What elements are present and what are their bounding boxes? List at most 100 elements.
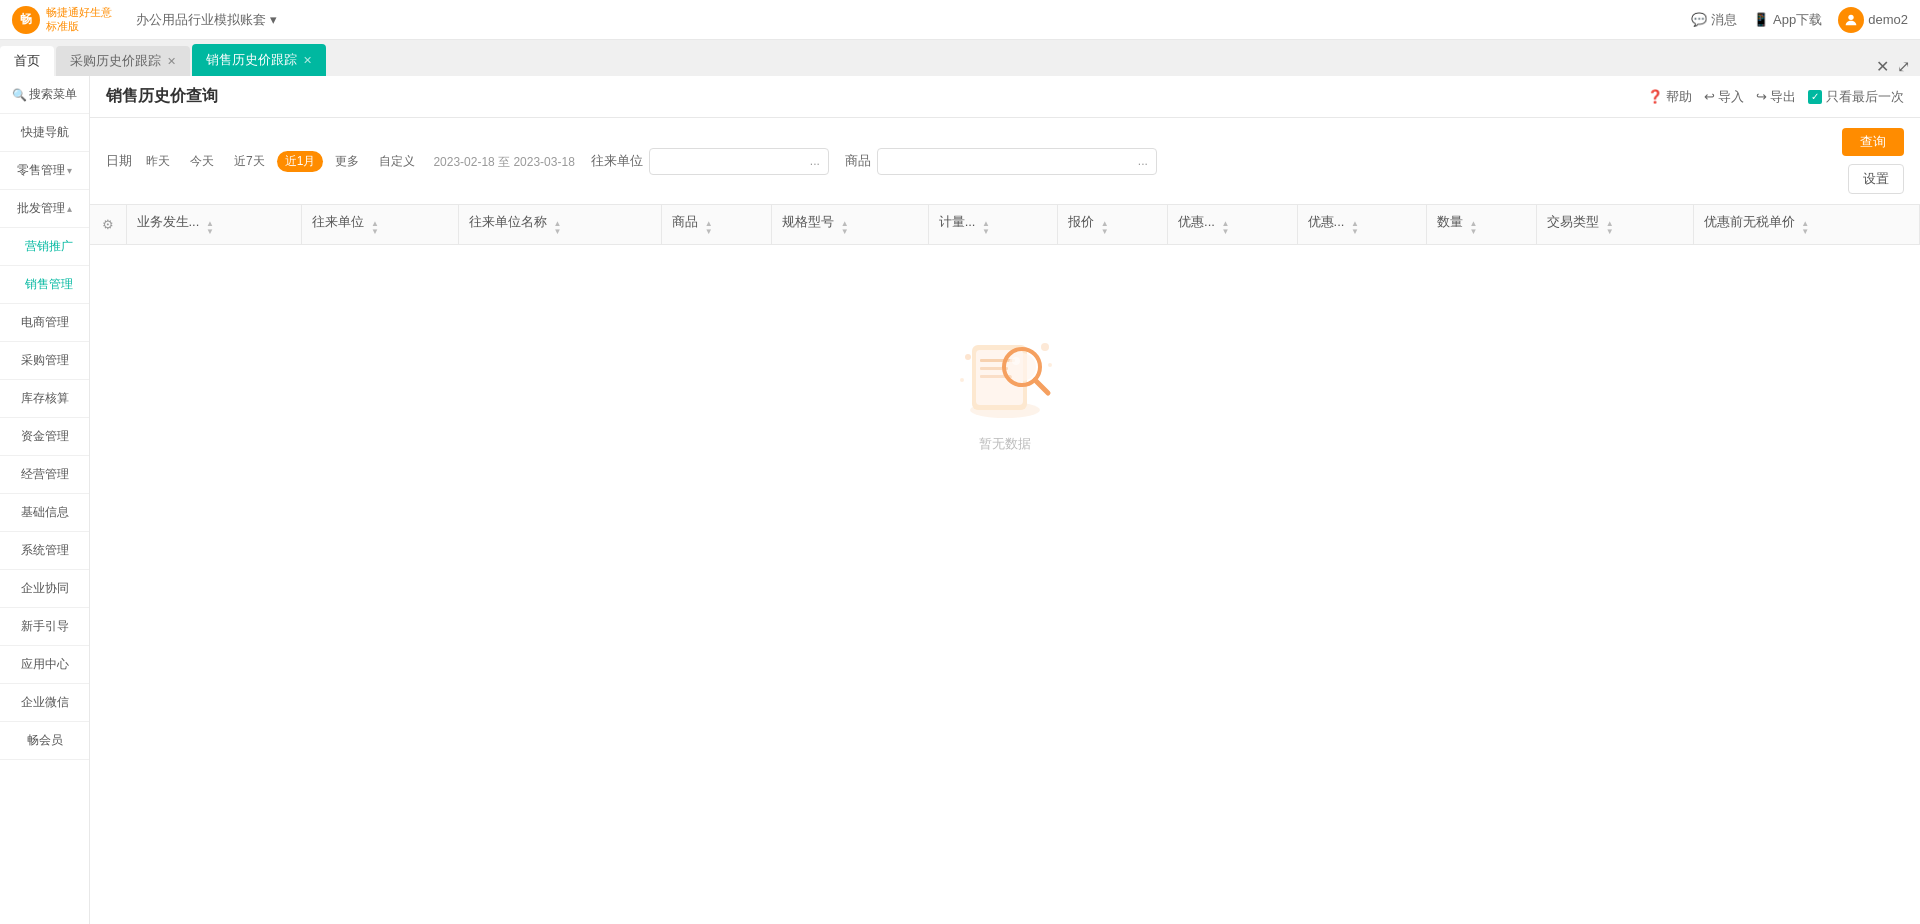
sidebar-item-sales-mgmt[interactable]: 销售管理 bbox=[0, 266, 89, 304]
date-filter: 日期 昨天 今天 近7天 近1月 更多 自定义 2023-02-18 至 202… bbox=[106, 151, 575, 172]
th-product[interactable]: 商品 ▲▼ bbox=[662, 205, 772, 245]
svg-point-8 bbox=[1008, 353, 1036, 381]
tab-close-purchase[interactable]: ✕ bbox=[167, 55, 176, 68]
chevron-down-icon: ▾ bbox=[67, 165, 72, 176]
th-unit-name[interactable]: 往来单位名称 ▲▼ bbox=[458, 205, 661, 245]
sidebar-item-app-center[interactable]: 应用中心 bbox=[0, 646, 89, 684]
only-last-checkbox[interactable]: ✓ bbox=[1808, 90, 1822, 104]
sort-icon: ▲▼ bbox=[554, 220, 562, 236]
th-spec[interactable]: 规格型号 ▲▼ bbox=[772, 205, 929, 245]
tab-close-sales[interactable]: ✕ bbox=[303, 54, 312, 67]
th-biz-date[interactable]: 业务发生... ▲▼ bbox=[126, 205, 302, 245]
export-icon: ↪ bbox=[1756, 89, 1767, 104]
tab-home[interactable]: 首页 bbox=[0, 46, 54, 76]
query-button[interactable]: 查询 bbox=[1842, 128, 1904, 156]
message-btn[interactable]: 💬 消息 bbox=[1691, 11, 1737, 29]
th-trade-type[interactable]: 交易类型 ▲▼ bbox=[1537, 205, 1694, 245]
settings-button[interactable]: 设置 bbox=[1848, 164, 1904, 194]
sidebar-item-guide[interactable]: 新手引导 bbox=[0, 608, 89, 646]
product-dots[interactable]: ... bbox=[1138, 154, 1148, 168]
sidebar-item-corp-wechat[interactable]: 企业微信 bbox=[0, 684, 89, 722]
data-table: ⚙ 业务发生... ▲▼ 往来单位 ▲▼ 往来单位名称 ▲▼ bbox=[90, 205, 1920, 533]
date-btn-yesterday[interactable]: 昨天 bbox=[138, 151, 178, 172]
user-avatar[interactable]: demo2 bbox=[1838, 7, 1908, 33]
app-selector[interactable]: 办公用品行业模拟账套 ▾ bbox=[136, 11, 277, 29]
th-unit[interactable]: 计量... ▲▼ bbox=[928, 205, 1057, 245]
sort-icon: ▲▼ bbox=[206, 220, 214, 236]
sidebar-item-ecommerce[interactable]: 电商管理 bbox=[0, 304, 89, 342]
sidebar-item-finance[interactable]: 资金管理 bbox=[0, 418, 89, 456]
import-action[interactable]: ↩ 导入 bbox=[1704, 88, 1744, 106]
top-bar-right: 💬 消息 📱 App下载 demo2 bbox=[1691, 7, 1908, 33]
svg-point-11 bbox=[965, 354, 971, 360]
th-unit-code[interactable]: 往来单位 ▲▼ bbox=[302, 205, 459, 245]
close-tab-action[interactable]: ✕ bbox=[1876, 57, 1889, 76]
table-settings-icon[interactable]: ⚙ bbox=[102, 217, 114, 232]
message-icon: 💬 bbox=[1691, 12, 1707, 27]
sidebar-item-inventory[interactable]: 库存核算 bbox=[0, 380, 89, 418]
only-last-checkbox-label[interactable]: ✓ 只看最后一次 bbox=[1808, 88, 1904, 106]
maximize-tab-action[interactable]: ⤢ bbox=[1897, 57, 1910, 76]
svg-point-14 bbox=[960, 378, 964, 382]
sidebar-item-search[interactable]: 🔍 搜索菜单 bbox=[0, 76, 89, 114]
empty-state: 暂无数据 bbox=[90, 245, 1920, 533]
date-btn-7days[interactable]: 近7天 bbox=[226, 151, 273, 172]
svg-point-13 bbox=[1048, 363, 1052, 367]
sort-icon: ▲▼ bbox=[1470, 220, 1478, 236]
date-options: 昨天 今天 近7天 近1月 更多 自定义 bbox=[138, 151, 423, 172]
app-download-btn[interactable]: 📱 App下载 bbox=[1753, 11, 1822, 29]
svg-point-10 bbox=[1012, 357, 1020, 365]
download-icon: 📱 bbox=[1753, 12, 1769, 27]
date-btn-custom[interactable]: 自定义 bbox=[371, 151, 423, 172]
page-header: 销售历史价查询 ❓ 帮助 ↩ 导入 ↪ 导出 ✓ 只看最后一次 bbox=[90, 76, 1920, 118]
filter-buttons: 查询 设置 bbox=[1842, 128, 1904, 194]
sidebar-item-wholesale[interactable]: 批发管理 ▴ bbox=[0, 190, 89, 228]
sidebar-item-marketing[interactable]: 营销推广 bbox=[0, 228, 89, 266]
sidebar-item-enterprise[interactable]: 企业协同 bbox=[0, 570, 89, 608]
sort-icon: ▲▼ bbox=[1101, 220, 1109, 236]
chevron-down-icon: ▾ bbox=[270, 12, 277, 27]
logo-icon: 畅 bbox=[12, 6, 40, 34]
sort-icon: ▲▼ bbox=[1606, 220, 1614, 236]
sidebar-item-quick-nav[interactable]: 快捷导航 bbox=[0, 114, 89, 152]
help-action[interactable]: ❓ 帮助 bbox=[1647, 88, 1692, 106]
sidebar-item-member[interactable]: 畅会员 bbox=[0, 722, 89, 760]
import-icon: ↩ bbox=[1704, 89, 1715, 104]
main-layout: 🔍 搜索菜单 快捷导航 零售管理 ▾ 批发管理 ▴ 营销推广 销售管理 电商管理… bbox=[0, 76, 1920, 924]
tab-purchase-history[interactable]: 采购历史价跟踪 ✕ bbox=[56, 46, 190, 76]
logo-area: 畅 畅捷通好生意 标准版 bbox=[12, 6, 112, 34]
filter-row: 日期 昨天 今天 近7天 近1月 更多 自定义 2023-02-18 至 202… bbox=[106, 128, 1904, 194]
tab-sales-history[interactable]: 销售历史价跟踪 ✕ bbox=[192, 44, 326, 76]
sidebar-item-basic-info[interactable]: 基础信息 bbox=[0, 494, 89, 532]
th-discount1[interactable]: 优惠... ▲▼ bbox=[1168, 205, 1297, 245]
export-action[interactable]: ↪ 导出 bbox=[1756, 88, 1796, 106]
avatar bbox=[1838, 7, 1864, 33]
date-btn-more[interactable]: 更多 bbox=[327, 151, 367, 172]
product-filter: 商品 ... bbox=[845, 148, 1157, 175]
th-quote[interactable]: 报价 ▲▼ bbox=[1058, 205, 1168, 245]
th-discount2[interactable]: 优惠... ▲▼ bbox=[1297, 205, 1426, 245]
th-quantity[interactable]: 数量 ▲▼ bbox=[1426, 205, 1536, 245]
sort-icon: ▲▼ bbox=[371, 220, 379, 236]
date-btn-today[interactable]: 今天 bbox=[182, 151, 222, 172]
from-unit-input[interactable]: ... bbox=[649, 148, 829, 175]
from-unit-dots[interactable]: ... bbox=[810, 154, 820, 168]
product-input[interactable]: ... bbox=[877, 148, 1157, 175]
sort-icon: ▲▼ bbox=[1801, 220, 1809, 236]
sort-icon: ▲▼ bbox=[1351, 220, 1359, 236]
top-bar: 畅 畅捷通好生意 标准版 办公用品行业模拟账套 ▾ 💬 消息 📱 App下载 d… bbox=[0, 0, 1920, 40]
svg-point-12 bbox=[1041, 343, 1049, 351]
th-pre-tax-price[interactable]: 优惠前无税单价 ▲▼ bbox=[1693, 205, 1919, 245]
table-container: ⚙ 业务发生... ▲▼ 往来单位 ▲▼ 往来单位名称 ▲▼ bbox=[90, 205, 1920, 924]
sidebar-item-purchase[interactable]: 采购管理 bbox=[0, 342, 89, 380]
sidebar-item-system[interactable]: 系统管理 bbox=[0, 532, 89, 570]
from-unit-filter: 往来单位 ... bbox=[591, 148, 829, 175]
date-btn-1month[interactable]: 近1月 bbox=[277, 151, 324, 172]
sidebar-item-retail[interactable]: 零售管理 ▾ bbox=[0, 152, 89, 190]
empty-text: 暂无数据 bbox=[979, 435, 1031, 453]
sidebar: 🔍 搜索菜单 快捷导航 零售管理 ▾ 批发管理 ▴ 营销推广 销售管理 电商管理… bbox=[0, 76, 90, 924]
th-settings: ⚙ bbox=[90, 205, 126, 245]
date-range: 2023-02-18 至 2023-03-18 bbox=[433, 154, 574, 171]
sidebar-item-operations[interactable]: 经营管理 bbox=[0, 456, 89, 494]
content-area: 销售历史价查询 ❓ 帮助 ↩ 导入 ↪ 导出 ✓ 只看最后一次 bbox=[90, 76, 1920, 924]
